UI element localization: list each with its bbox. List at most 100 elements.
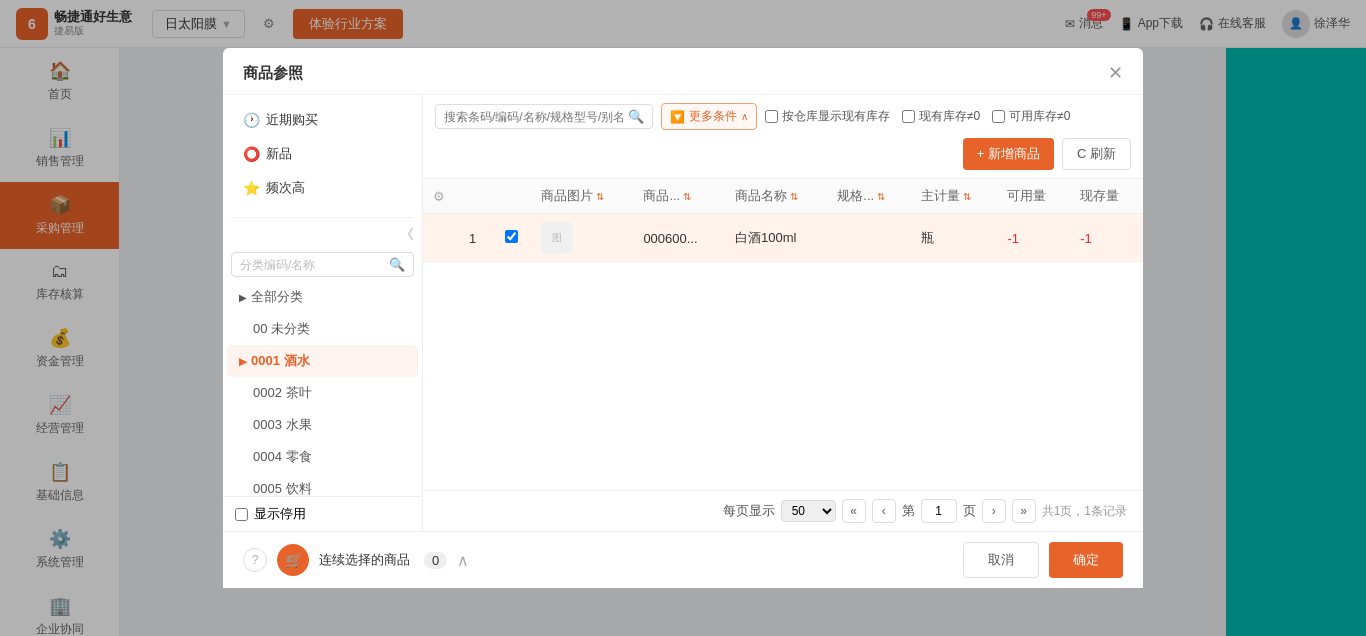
th-image: 商品图片 ⇅ (531, 179, 633, 214)
recent-icon: 🕐 (243, 112, 260, 128)
th-settings: ⚙ (423, 179, 459, 214)
page-size-select[interactable]: 50 20 100 (781, 500, 836, 522)
sort-icon-code: ⇅ (683, 191, 691, 202)
row-no: 1 (459, 214, 495, 263)
show-disabled-checkbox[interactable] (235, 508, 248, 521)
star-icon: ⭐ (243, 180, 260, 196)
confirm-btn[interactable]: 确定 (1049, 542, 1123, 578)
category-search-input[interactable] (240, 258, 385, 272)
add-product-btn[interactable]: + 新增商品 (963, 138, 1054, 170)
product-image: 图 (541, 222, 573, 254)
table-settings-icon[interactable]: ⚙ (433, 189, 445, 204)
category-item-00[interactable]: 00 未分类 (227, 313, 418, 345)
sort-icon-spec: ⇅ (877, 191, 885, 202)
expand-icon-0001: ▶ (239, 356, 247, 367)
available-ne0-checkbox[interactable] (992, 110, 1005, 123)
new-product-btn[interactable]: ⭕ 新品 (231, 137, 414, 171)
search-icon[interactable]: 🔍 (628, 109, 644, 124)
more-filter-btn[interactable]: 🔽 更多条件 ∧ (661, 103, 757, 130)
cart-area: ? 🛒 连续选择的商品 0 ∧ (243, 544, 469, 576)
category-item-0003[interactable]: 0003 水果 (227, 409, 418, 441)
available-ne0-label[interactable]: 可用库存≠0 (992, 108, 1070, 125)
table-header-row: ⚙ 商品图片 ⇅ (423, 179, 1143, 214)
chevron-up-icon: ∧ (741, 111, 748, 122)
sort-icon-unit: ⇅ (963, 191, 971, 202)
cart-toggle-btn[interactable]: ∧ (457, 551, 469, 570)
modal-toolbar: 🔍 🔽 更多条件 ∧ 按仓库显示现有库存 (423, 95, 1143, 179)
help-icon[interactable]: ? (243, 548, 267, 572)
category-item-all[interactable]: ▶ 全部分类 (227, 281, 418, 313)
total-info: 共1页，1条记录 (1042, 503, 1127, 520)
toolbar-right: + 新增商品 C 刷新 (963, 138, 1131, 170)
category-list: ▶ 全部分类 00 未分类 ▶ 0001 酒水 0002 茶叶 (223, 281, 422, 496)
row-name: 白酒100ml (725, 214, 827, 263)
pagination-bar: 每页显示 50 20 100 « ‹ 第 页 › (423, 490, 1143, 531)
warehouse-stock-checkbox[interactable] (765, 110, 778, 123)
cart-count: 0 (424, 552, 447, 569)
table-row[interactable]: 1 图 000600... 白酒100ml (423, 214, 1143, 263)
sort-icon-image: ⇅ (596, 191, 604, 202)
new-icon: ⭕ (243, 146, 260, 162)
modal-body: 🕐 近期购买 ⭕ 新品 ⭐ 频次高 《 (223, 95, 1143, 531)
filter-icon: 🔽 (670, 110, 685, 124)
product-reference-modal: 商品参照 ✕ 🕐 近期购买 ⭕ 新品 (223, 48, 1143, 588)
th-no (459, 179, 495, 214)
row-stock: -1 (1070, 214, 1143, 263)
bottom-buttons: 取消 确定 (963, 542, 1123, 578)
last-page-btn[interactable]: » (1012, 499, 1036, 523)
recent-purchase-btn[interactable]: 🕐 近期购买 (231, 103, 414, 137)
row-code: 000600... (633, 214, 725, 263)
first-page-btn[interactable]: « (842, 499, 866, 523)
category-item-0004[interactable]: 0004 零食 (227, 441, 418, 473)
category-item-0002[interactable]: 0002 茶叶 (227, 377, 418, 409)
product-table-container: ⚙ 商品图片 ⇅ (423, 179, 1143, 490)
modal-sidebar-top: 🕐 近期购买 ⭕ 新品 ⭐ 频次高 (223, 95, 422, 213)
cancel-btn[interactable]: 取消 (963, 542, 1039, 578)
expand-icon: ▶ (239, 292, 247, 303)
modal-sidebar: 🕐 近期购买 ⭕ 新品 ⭐ 频次高 《 (223, 95, 423, 531)
stock-ne0-label[interactable]: 现有库存≠0 (902, 108, 980, 125)
product-table: ⚙ 商品图片 ⇅ (423, 179, 1143, 263)
modal-sidebar-footer: 显示停用 (223, 496, 422, 531)
frequent-btn[interactable]: ⭐ 频次高 (231, 171, 414, 205)
th-code: 商品... ⇅ (633, 179, 725, 214)
stock-ne0-checkbox[interactable] (902, 110, 915, 123)
th-stock: 现存量 (1070, 179, 1143, 214)
cart-label: 连续选择的商品 (319, 551, 410, 569)
row-checkbox-cell[interactable] (495, 214, 531, 263)
modal-overlay: 商品参照 ✕ 🕐 近期购买 ⭕ 新品 (0, 0, 1366, 636)
th-unit: 主计量 ⇅ (911, 179, 997, 214)
modal-right-content: 🔍 🔽 更多条件 ∧ 按仓库显示现有库存 (423, 95, 1143, 531)
sort-icon-name: ⇅ (790, 191, 798, 202)
sidebar-collapse-btn[interactable]: 《 (400, 226, 414, 244)
cart-icon[interactable]: 🛒 (277, 544, 309, 576)
row-settings (423, 214, 459, 263)
row-available: -1 (997, 214, 1070, 263)
th-name: 商品名称 ⇅ (725, 179, 827, 214)
modal-close-btn[interactable]: ✕ (1108, 62, 1123, 84)
category-item-0001[interactable]: ▶ 0001 酒水 (227, 345, 418, 377)
warehouse-stock-label[interactable]: 按仓库显示现有库存 (765, 108, 890, 125)
modal-bottom-bar: ? 🛒 连续选择的商品 0 ∧ 取消 确定 (223, 531, 1143, 588)
th-available: 可用量 (997, 179, 1070, 214)
refresh-btn[interactable]: C 刷新 (1062, 138, 1131, 170)
modal-header: 商品参照 ✕ (223, 48, 1143, 95)
product-search-input[interactable] (444, 110, 624, 124)
filter-checkboxes: 按仓库显示现有库存 现有库存≠0 可用库存≠0 (765, 108, 1071, 125)
row-image-cell: 图 (531, 214, 633, 263)
th-spec: 规格... ⇅ (827, 179, 911, 214)
row-checkbox[interactable] (505, 230, 518, 243)
prev-page-btn[interactable]: ‹ (872, 499, 896, 523)
modal-title: 商品参照 (243, 64, 303, 83)
pagination: 每页显示 50 20 100 « ‹ 第 页 › (723, 499, 1127, 523)
row-spec (827, 214, 911, 263)
page-number-input[interactable] (921, 499, 957, 523)
category-search-container: 🔍 (231, 252, 414, 277)
category-item-0005[interactable]: 0005 饮料 (227, 473, 418, 496)
category-search-icon[interactable]: 🔍 (389, 257, 405, 272)
next-page-btn[interactable]: › (982, 499, 1006, 523)
product-search-box: 🔍 (435, 104, 653, 129)
divider (231, 217, 414, 218)
th-checkbox (495, 179, 531, 214)
row-unit: 瓶 (911, 214, 997, 263)
